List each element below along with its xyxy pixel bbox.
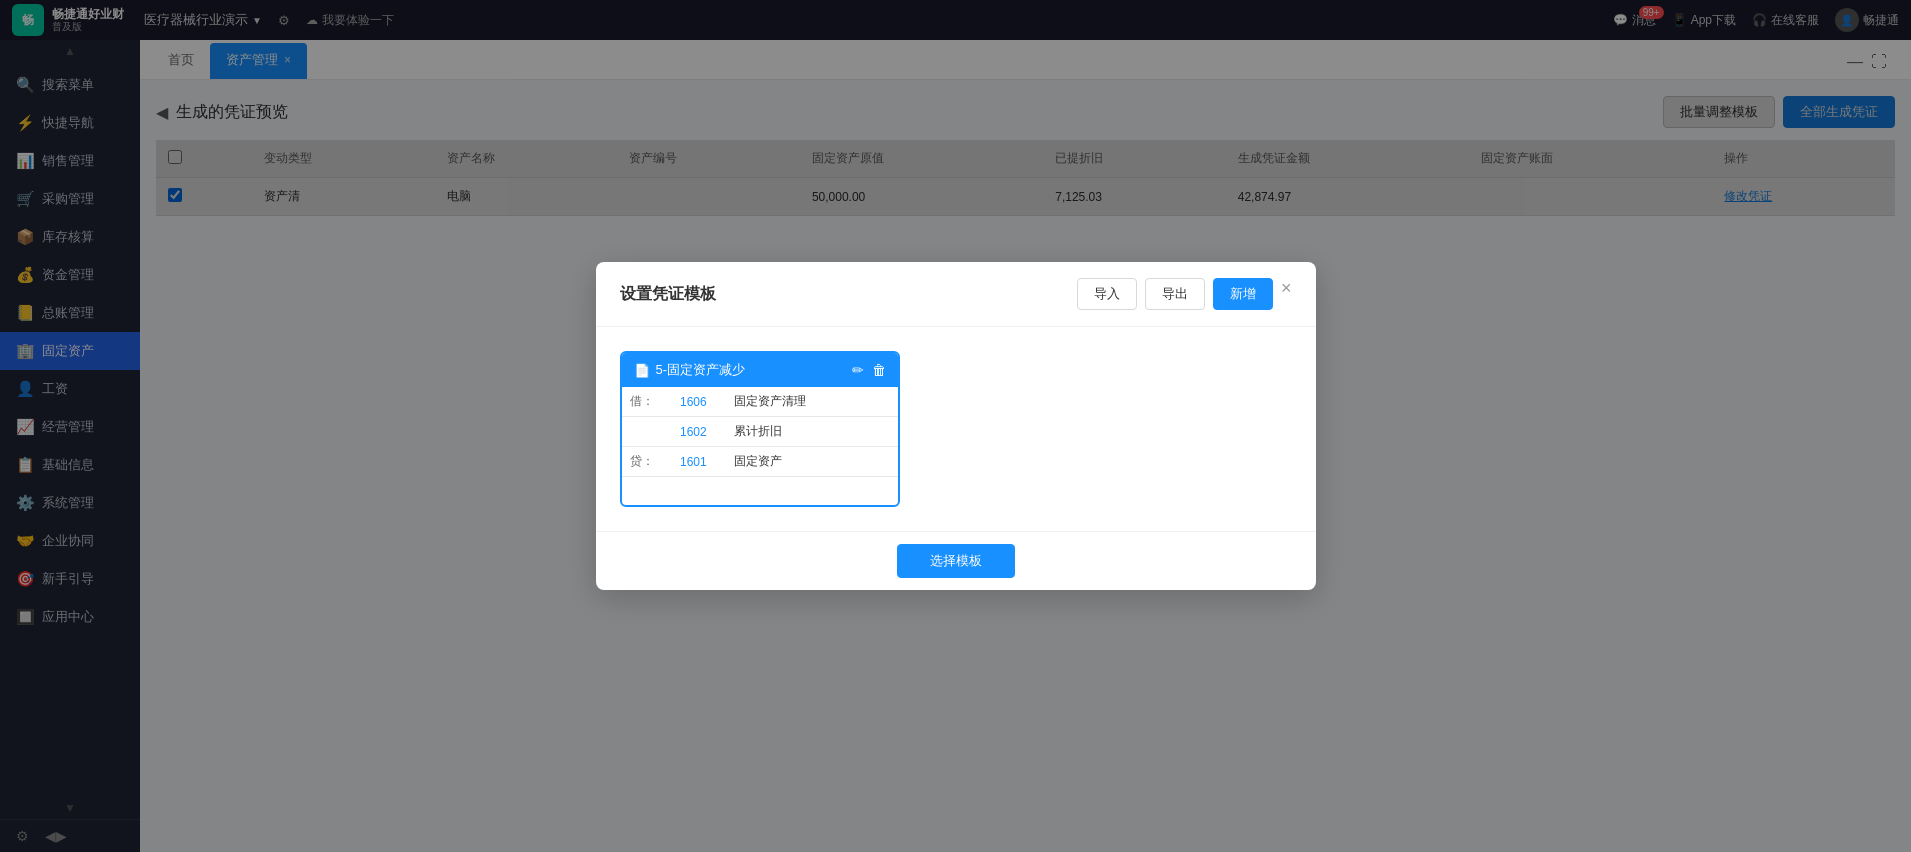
template-card-header: 📄 5-固定资产减少 ✏ 🗑 <box>622 353 898 387</box>
template-entries-table: 借： 1606 固定资产清理 1602 累计折旧 <box>622 387 898 505</box>
modal-body: 📄 5-固定资产减少 ✏ 🗑 借： 1606 固 <box>596 327 1316 531</box>
template-card-action-icons: ✏ 🗑 <box>852 362 886 378</box>
template-card: 📄 5-固定资产减少 ✏ 🗑 借： 1606 固 <box>620 351 900 507</box>
modal-header: 设置凭证模板 导入 导出 新增 × <box>596 262 1316 327</box>
set-template-modal: 设置凭证模板 导入 导出 新增 × 📄 5-固定资产减少 ✏ 🗑 <box>596 262 1316 590</box>
template-edit-icon[interactable]: ✏ <box>852 362 864 378</box>
template-card-title: 📄 5-固定资产减少 <box>634 361 746 379</box>
template-empty-row <box>622 477 898 505</box>
template-delete-icon[interactable]: 🗑 <box>872 362 886 378</box>
import-btn[interactable]: 导入 <box>1077 278 1137 310</box>
template-credit-row-1: 贷： 1601 固定资产 <box>622 447 898 477</box>
modal-header-actions: 导入 导出 新增 × <box>1077 278 1292 310</box>
modal-close-btn[interactable]: × <box>1281 278 1292 310</box>
template-credit-name-1: 固定资产 <box>726 447 837 477</box>
template-card-body: 借： 1606 固定资产清理 1602 累计折旧 <box>622 387 898 505</box>
template-debit-row-2: 1602 累计折旧 <box>622 417 898 447</box>
new-template-btn[interactable]: 新增 <box>1213 278 1273 310</box>
template-doc-icon: 📄 <box>634 363 650 378</box>
template-debit-name-1: 固定资产清理 <box>726 387 837 417</box>
modal-overlay: 设置凭证模板 导入 导出 新增 × 📄 5-固定资产减少 ✏ 🗑 <box>0 0 1911 852</box>
modal-footer: 选择模板 <box>596 531 1316 590</box>
template-debit-row-1: 借： 1606 固定资产清理 <box>622 387 898 417</box>
template-debit-label: 借： <box>622 387 672 417</box>
template-debit-name-2: 累计折旧 <box>726 417 837 447</box>
modal-title: 设置凭证模板 <box>620 284 716 305</box>
export-btn[interactable]: 导出 <box>1145 278 1205 310</box>
template-debit-code-1: 1606 <box>672 387 726 417</box>
template-credit-code-1: 1601 <box>672 447 726 477</box>
template-name: 5-固定资产减少 <box>656 361 746 379</box>
template-credit-label: 贷： <box>622 447 672 477</box>
template-debit-code-2: 1602 <box>672 417 726 447</box>
select-template-btn[interactable]: 选择模板 <box>897 544 1015 578</box>
